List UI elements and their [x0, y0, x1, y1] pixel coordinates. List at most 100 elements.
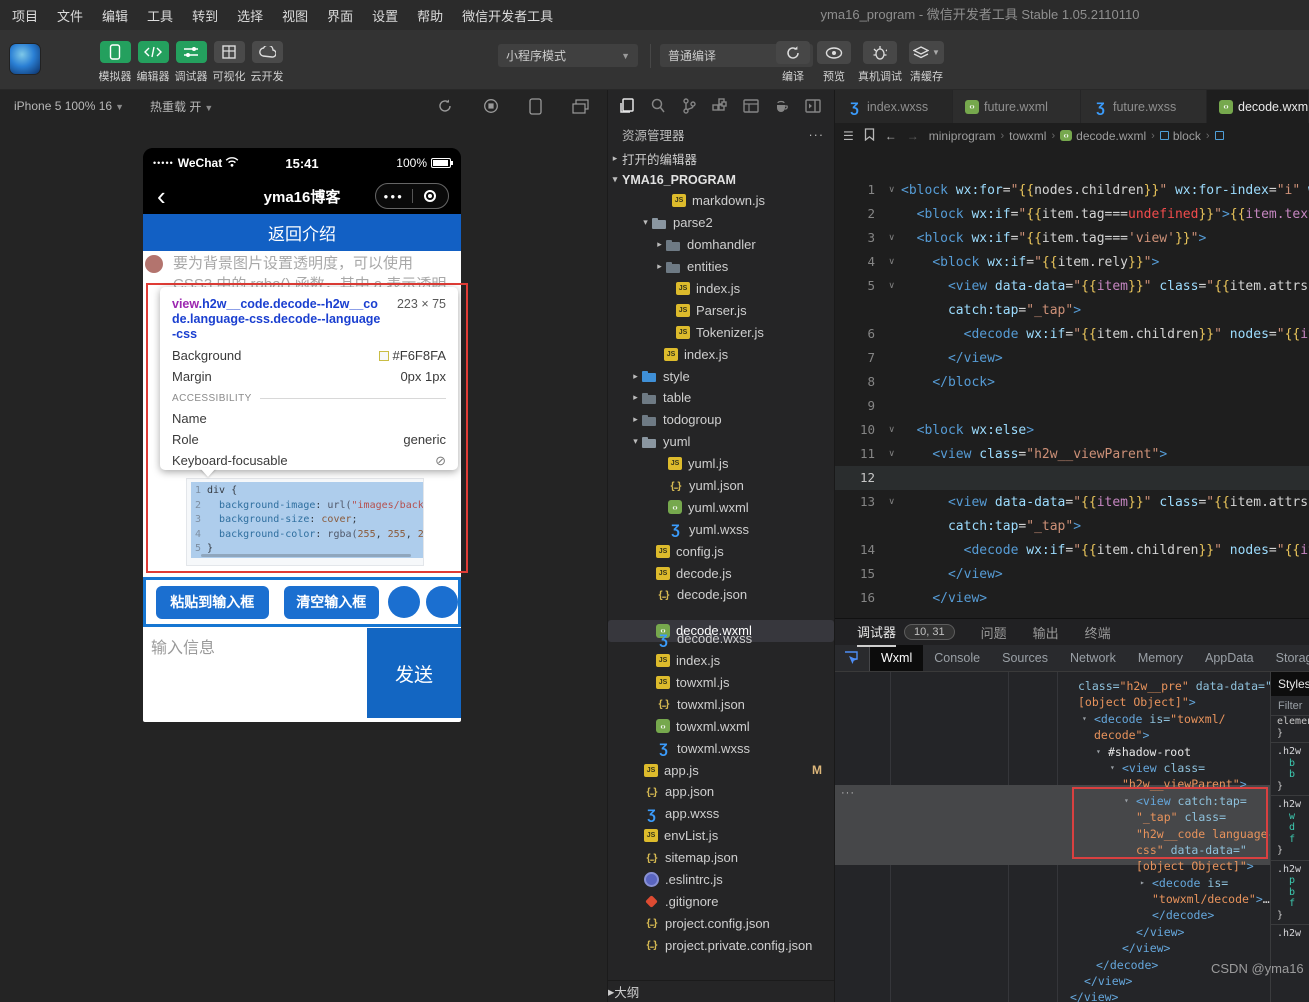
collapse-panel-icon[interactable]	[804, 97, 822, 115]
tree-item-index.js[interactable]: JS index.js	[608, 278, 834, 300]
circle-button[interactable]	[388, 586, 420, 618]
expand-arrow-icon[interactable]: ▾	[1082, 711, 1087, 727]
tab-future.wxml[interactable]: ‹› future.wxml	[953, 90, 1081, 123]
breadcrumb-item-decode.wxml[interactable]: decode.wxml	[1076, 129, 1146, 143]
tab-输出[interactable]: 输出	[1033, 623, 1059, 642]
tree-item-app.js[interactable]: JS app.js M	[608, 759, 834, 781]
tree-item-yuml.json[interactable]: {..} yuml.json	[608, 475, 834, 497]
action-button-真机调试[interactable]: 真机调试	[858, 41, 902, 84]
menu-item-选择[interactable]: 选择	[237, 6, 263, 25]
tree-item-yuml.js[interactable]: JS yuml.js	[608, 453, 834, 475]
open-editors-section[interactable]: ▸ 打开的编辑器	[608, 148, 834, 169]
tree-item-decode.wxss[interactable]: Ʒdecode.wxss	[608, 628, 834, 650]
extensions-icon[interactable]	[711, 97, 729, 115]
tree-item-Tokenizer.js[interactable]: JS Tokenizer.js	[608, 321, 834, 343]
tree-item-table[interactable]: ▸ table	[608, 387, 834, 409]
tree-item-.gitignore[interactable]: .gitignore	[608, 891, 834, 913]
multi-window-icon[interactable]	[572, 98, 589, 114]
explorer-icon[interactable]	[618, 97, 636, 115]
bookmark-icon[interactable]	[864, 127, 875, 144]
tree-item-parse2[interactable]: ▾ parse2	[608, 212, 834, 234]
fold-chevron-icon[interactable]: ∨	[888, 490, 895, 512]
tree-item-yuml[interactable]: ▾ yuml	[608, 431, 834, 453]
menu-item-视图[interactable]: 视图	[282, 6, 308, 25]
tab-decode.wxml[interactable]: ‹› decode.wxml	[1207, 90, 1309, 123]
menu-item-工具[interactable]: 工具	[147, 6, 173, 25]
hot-reload-toggle[interactable]: 热重载 开 ▼	[150, 98, 213, 115]
device-select[interactable]: iPhone 5 100% 16 ▼	[14, 99, 124, 113]
toolbar-button-编辑器[interactable]: 编辑器	[134, 41, 172, 84]
toolbar-button-云开发[interactable]: 云开发	[248, 41, 286, 84]
paste-to-input-button[interactable]: 粘贴到输入框	[156, 585, 269, 619]
menu-item-转到[interactable]: 转到	[192, 6, 218, 25]
element-tree-row[interactable]: class="h2w__pre" data-data="	[835, 678, 1270, 694]
fold-chevron-icon[interactable]: ∨	[888, 418, 895, 440]
action-button-编译[interactable]: 编译	[776, 41, 810, 84]
fold-chevron-icon[interactable]: ∨	[888, 250, 895, 272]
devtool-tab-Wxml[interactable]: Wxml	[870, 645, 924, 671]
tree-item-markdown.js[interactable]: JS markdown.js	[608, 190, 834, 212]
devtool-tab-AppData[interactable]: AppData	[1194, 645, 1265, 671]
tree-item-decode.js[interactable]: JS decode.js	[608, 562, 834, 584]
back-arrow-icon[interactable]: ←	[885, 129, 897, 143]
wxml-code-area[interactable]: 1 ∨ <block wx:for="{{nodes.children}}" wx:…	[835, 148, 1309, 610]
expand-arrow-icon[interactable]: ▾	[1110, 760, 1115, 776]
tree-item-config.js[interactable]: JS config.js	[608, 540, 834, 562]
element-tree-row[interactable]: ▸ <decode is=	[835, 875, 1270, 891]
circle-button[interactable]	[426, 586, 458, 618]
inspect-element-icon[interactable]	[835, 645, 870, 671]
tree-item-towxml.wxml[interactable]: ‹› towxml.wxml	[608, 715, 834, 737]
back-to-intro-button[interactable]: 返回介绍	[143, 214, 461, 251]
tab-终端[interactable]: 终端	[1085, 623, 1111, 642]
tree-item-decode.json[interactable]: {..} decode.json	[608, 584, 834, 606]
tree-item-index.js[interactable]: JS index.js	[608, 343, 834, 365]
styles-filter-input[interactable]: Filter	[1271, 696, 1309, 716]
element-tree-row[interactable]: [object Object]">	[835, 694, 1270, 710]
menu-item-微信开发者工具[interactable]: 微信开发者工具	[462, 6, 553, 25]
menu-item-帮助[interactable]: 帮助	[417, 6, 443, 25]
tree-item-app.json[interactable]: {..} app.json	[608, 781, 834, 803]
tree-item-Parser.js[interactable]: JS Parser.js	[608, 299, 834, 321]
more-dots-icon[interactable]: ●●●	[376, 192, 412, 201]
devtool-tab-Sources[interactable]: Sources	[991, 645, 1059, 671]
capsule-menu[interactable]: ●●●	[375, 183, 449, 209]
project-root-section[interactable]: ▾ YMA16_PROGRAM	[608, 169, 834, 190]
refresh-icon[interactable]	[437, 98, 453, 114]
source-control-icon[interactable]	[680, 97, 698, 115]
element-tree-row[interactable]: [object Object]">	[835, 858, 1270, 874]
menu-item-设置[interactable]: 设置	[372, 6, 398, 25]
tree-item-yuml.wxml[interactable]: ‹› yuml.wxml	[608, 496, 834, 518]
element-tree-row[interactable]: </decode>	[835, 907, 1270, 923]
expand-arrow-icon[interactable]: ▾	[1096, 744, 1101, 760]
tree-item-index.js[interactable]: JS index.js	[608, 650, 834, 672]
element-tree-row[interactable]: </view>	[835, 940, 1270, 956]
tea-icon[interactable]	[773, 97, 791, 115]
tree-item-style[interactable]: ▸ style	[608, 365, 834, 387]
tree-item-envList.js[interactable]: JS envList.js	[608, 825, 834, 847]
horizontal-scrollbar[interactable]	[201, 554, 411, 557]
stop-record-icon[interactable]	[483, 98, 499, 114]
forward-arrow-icon[interactable]: →	[907, 129, 919, 143]
highlighted-code-block[interactable]: 1 div {2 background-image: url("images/ba…	[186, 478, 424, 566]
tree-item-domhandler[interactable]: ▸ domhandler	[608, 234, 834, 256]
breadcrumb-item-towxml[interactable]: towxml	[1009, 129, 1046, 143]
mode-select[interactable]: 小程序模式 ▼	[498, 44, 638, 67]
element-tree-row[interactable]: </view>	[835, 989, 1270, 1002]
tab-future.wxss[interactable]: Ʒfuture.wxss	[1081, 90, 1207, 123]
toolbar-button-模拟器[interactable]: 模拟器	[96, 41, 134, 84]
outline-section[interactable]: ▸ 大纲	[608, 980, 834, 1002]
tree-item-sitemap.json[interactable]: {..} sitemap.json	[608, 847, 834, 869]
window-icon[interactable]	[742, 97, 760, 115]
capsule-target-icon[interactable]	[413, 190, 449, 202]
devtool-tab-Memory[interactable]: Memory	[1127, 645, 1194, 671]
tab-debugger[interactable]: 调试器	[857, 622, 897, 647]
more-actions-icon[interactable]: ···	[809, 128, 825, 142]
menu-item-编辑[interactable]: 编辑	[102, 6, 128, 25]
element-tree-row[interactable]: </decode>	[835, 957, 1270, 973]
breadcrumb-item-miniprogram[interactable]: miniprogram	[929, 129, 996, 143]
tree-item-project.config.json[interactable]: {..} project.config.json	[608, 912, 834, 934]
element-tree-row[interactable]: </view>	[835, 973, 1270, 989]
tree-item-project.private.config.json[interactable]: {..} project.private.config.json	[608, 934, 834, 956]
message-input[interactable]: 输入信息	[143, 628, 367, 718]
menu-item-项目[interactable]: 项目	[12, 6, 38, 25]
